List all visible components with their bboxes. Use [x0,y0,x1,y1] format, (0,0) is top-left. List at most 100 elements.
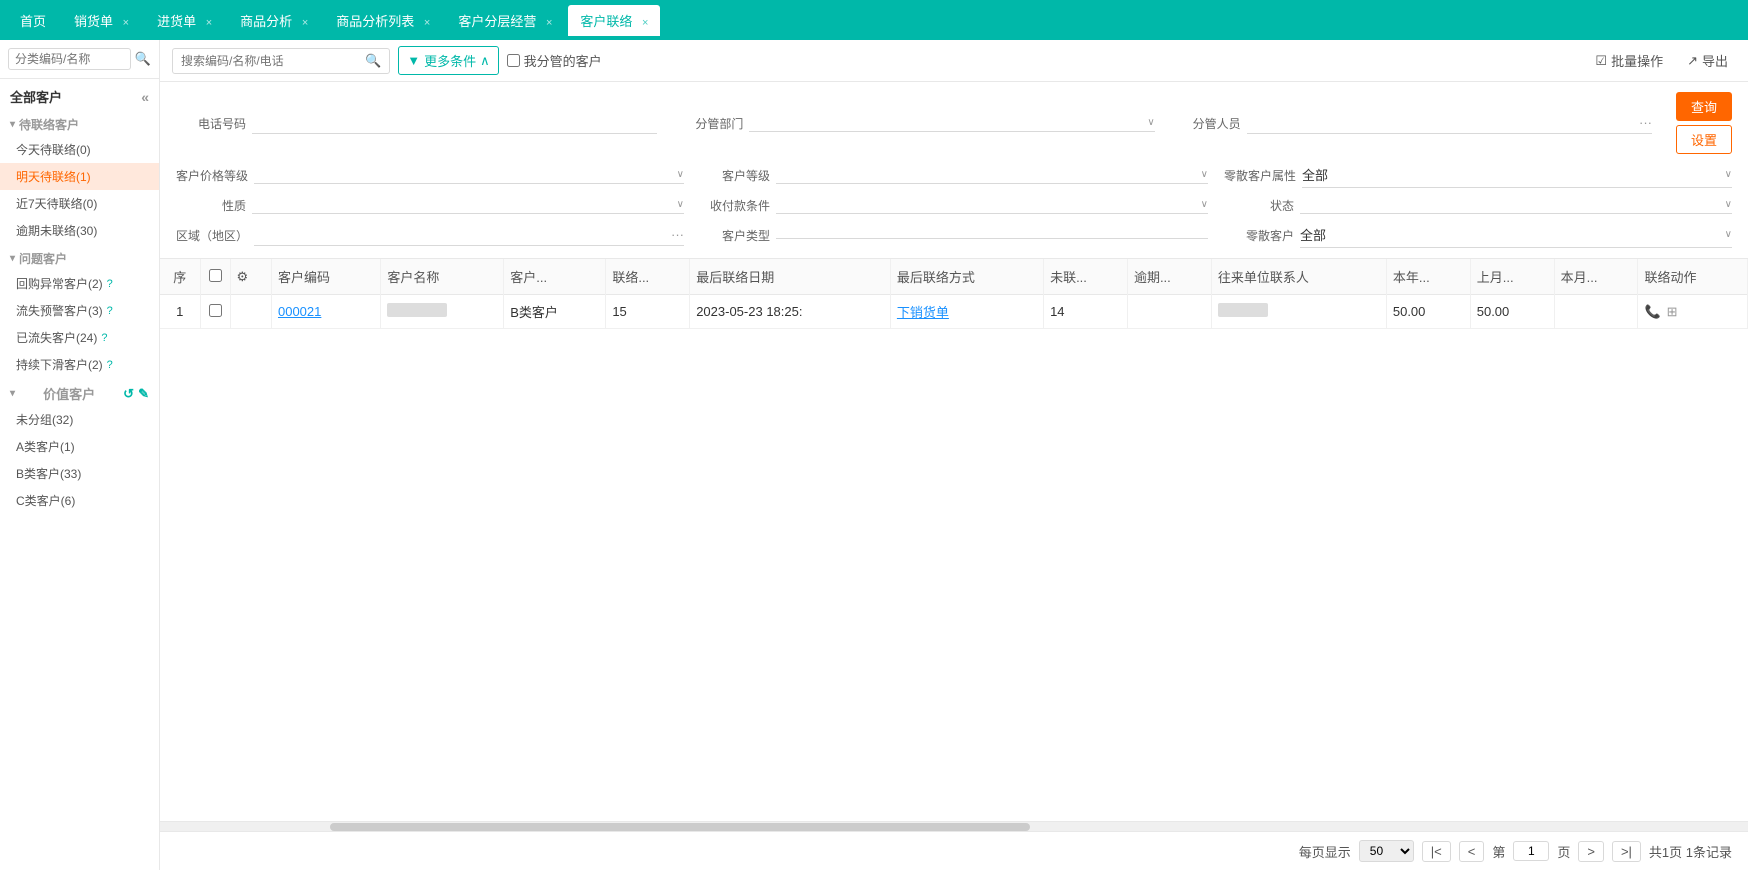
cell-this-month [1554,295,1638,329]
cell-code[interactable]: 000021 [271,295,380,329]
toolbar-search-box: 🔍 [172,48,390,74]
phone-input[interactable] [252,113,657,134]
customer-type-select[interactable] [776,232,1208,239]
batch-operation-button[interactable]: ☑ 批量操作 [1587,48,1671,73]
sidebar-item-decline[interactable]: 持续下滑客户(2) ? [0,351,159,378]
main-layout: 🔍 全部客户 « 待联络客户 今天待联络(0) 明天待联络(1) 近7天待联络(… [0,40,1748,870]
last-page-button[interactable]: >| [1612,841,1641,862]
dept-label: 分管部门 [673,115,743,132]
page-suffix: 页 [1557,842,1570,861]
nav-item-sales[interactable]: 销货单 × [62,5,141,36]
nav-item-home[interactable]: 首页 [8,5,58,36]
col-header-overdue: 逾期... [1127,259,1211,295]
cell-no: 1 [160,295,200,329]
sidebar-item-warning[interactable]: 流失预警客户(3) ? [0,297,159,324]
collapse-icon[interactable]: « [141,89,149,105]
sidebar-item-class-a[interactable]: A类客户(1) [0,433,159,460]
cell-checkbox [200,295,230,329]
filter-field-payment: 收付款条件 ∨ [700,196,1208,214]
sidebar-item-class-b[interactable]: B类客户(33) [0,460,159,487]
region-select[interactable]: ··· [254,224,684,246]
filter-actions: 查询 设置 [1676,92,1732,154]
more-icon: ··· [1639,115,1652,130]
chevron-down-icon: ∨ [1147,117,1154,128]
per-page-select[interactable]: 50 100 200 [1359,840,1414,862]
sidebar-item-abnormal[interactable]: 回购异常客户(2) ? [0,270,159,297]
phone-label: 电话号码 [176,115,246,132]
close-icon[interactable]: × [424,17,430,29]
filter-field-scatter-attr: 零散客户属性 全部 ∨ [1224,162,1732,188]
col-header-this-year: 本年... [1386,259,1470,295]
nav-item-customer-tier[interactable]: 客户分层经营 × [446,5,564,36]
scrollbar-thumb[interactable] [330,823,1030,831]
nav-item-analysis[interactable]: 商品分析 × [228,5,320,36]
nav-item-purchase[interactable]: 进货单 × [145,5,224,36]
query-button[interactable]: 查询 [1676,92,1732,121]
cell-name[interactable] [381,295,504,329]
close-icon[interactable]: × [206,17,212,29]
cell-gear [230,295,271,329]
close-icon[interactable]: × [302,17,308,29]
level-select[interactable]: ∨ [776,166,1208,184]
search-icon[interactable]: 🔍 [135,51,151,67]
nature-select[interactable]: ∨ [252,196,684,214]
sidebar-all-customers[interactable]: 全部客户 « [0,79,159,110]
sidebar-item-week[interactable]: 近7天待联络(0) [0,190,159,217]
close-icon[interactable]: × [642,17,648,29]
next-page-button[interactable]: > [1578,841,1604,862]
col-header-uncontact: 未联... [1044,259,1128,295]
dept-select[interactable]: ∨ [749,114,1154,132]
row-checkbox[interactable] [209,304,222,317]
nav-item-customer-contact[interactable]: 客户联络 × [568,5,660,36]
sidebar-item-ungrouped[interactable]: 未分组(32) [0,406,159,433]
search-icon[interactable]: 🔍 [365,53,381,69]
sidebar-search-area: 🔍 [0,40,159,79]
filter-field-nature: 性质 ∨ [176,196,684,214]
manager-label: 分管人员 [1171,115,1241,132]
horizontal-scrollbar[interactable] [160,821,1748,831]
payment-select[interactable]: ∨ [776,196,1208,214]
nav-item-analysis-list[interactable]: 商品分析列表 × [324,5,442,36]
level-label: 客户等级 [700,167,770,184]
table-row: 1 000021 B类客户 15 2023-05-23 18:25: 下销货单 … [160,295,1748,329]
sidebar-item-tomorrow[interactable]: 明天待联络(1) [0,163,159,190]
first-page-button[interactable]: |< [1422,841,1451,862]
export-button[interactable]: ↗ 导出 [1679,48,1736,73]
page-input[interactable] [1513,841,1549,861]
chevron-down-icon: ∨ [1725,229,1732,240]
sidebar-search-input[interactable] [8,48,131,70]
cell-last-method[interactable]: 下销货单 [890,295,1043,329]
sidebar-item-overdue[interactable]: 逾期未联络(30) [0,217,159,244]
sidebar-item-class-c[interactable]: C类客户(6) [0,487,159,514]
chevron-down-icon: ∨ [677,169,684,180]
scatter-attr-select[interactable]: 全部 ∨ [1302,162,1732,188]
edit-icon[interactable]: ✎ [138,386,149,402]
cell-overdue [1127,295,1211,329]
status-label: 状态 [1224,197,1294,214]
table-header-row: 序 ⚙ 客户编码 客户名称 客户... 联络... 最后联络日期 最后联络方式 … [160,259,1748,295]
set-button[interactable]: 设置 [1676,125,1732,154]
grid-action-icon[interactable]: ⊞ [1667,304,1678,320]
phone-action-icon[interactable]: 📞 [1644,304,1660,320]
col-header-checkbox [200,259,230,295]
toolbar-search-input[interactable] [181,54,361,68]
more-filter-button[interactable]: ▼ 更多条件 ∧ [398,46,498,75]
manager-select[interactable]: ··· [1247,112,1652,134]
sidebar-item-lost[interactable]: 已流失客户(24) ? [0,324,159,351]
sidebar-item-today[interactable]: 今天待联络(0) [0,136,159,163]
my-customers-checkbox[interactable]: 我分管的客户 [507,51,602,70]
close-icon[interactable]: × [546,17,552,29]
close-icon[interactable]: × [123,17,129,29]
status-select[interactable]: ∨ [1300,196,1732,214]
scatter-select[interactable]: 全部 ∨ [1300,222,1732,248]
table-container: 序 ⚙ 客户编码 客户名称 客户... 联络... 最后联络日期 最后联络方式 … [160,259,1748,821]
cell-uncontact: 14 [1044,295,1128,329]
filter-row-1: 电话号码 分管部门 ∨ 分管人员 ··· [176,92,1732,154]
prev-page-button[interactable]: < [1459,841,1485,862]
col-header-gear[interactable]: ⚙ [230,259,271,295]
export-icon: ↗ [1687,53,1698,69]
price-level-select[interactable]: ∨ [254,166,684,184]
col-header-last-date: 最后联络日期 [690,259,891,295]
refresh-icon[interactable]: ↺ [123,386,134,402]
select-all-checkbox[interactable] [209,269,222,282]
